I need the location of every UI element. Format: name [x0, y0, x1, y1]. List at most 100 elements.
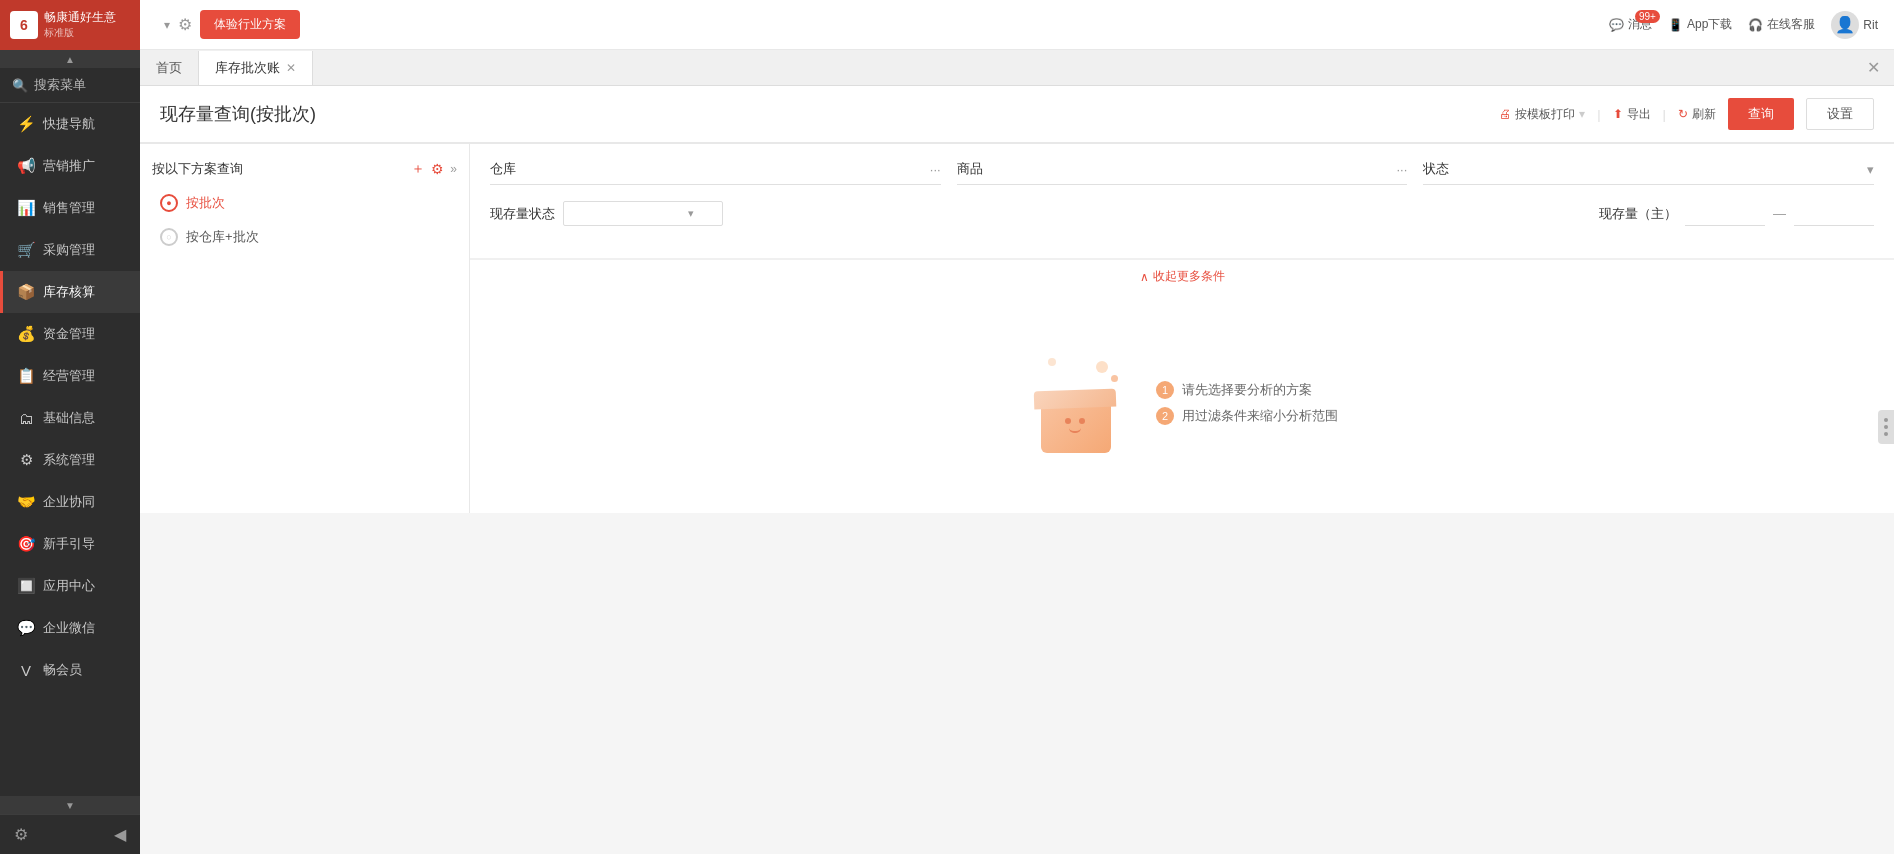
- status-field: 状态 ▾: [1423, 160, 1874, 185]
- filter-panel-title: 按以下方案查询: [152, 160, 243, 178]
- print-icon: 🖨: [1499, 107, 1511, 121]
- eye-left: [1065, 418, 1071, 424]
- sidebar-header: 6 畅康通好生意 标准版: [0, 0, 140, 50]
- scroll-down-btn[interactable]: ▼: [0, 796, 140, 814]
- search-menu-item[interactable]: 🔍 搜索菜单: [0, 68, 140, 103]
- toggle-dot: [1884, 425, 1888, 429]
- filter-row-2: 现存量状态 ▾ 现存量（主） —: [490, 201, 1874, 226]
- export-icon: ⬆: [1613, 107, 1623, 121]
- purchase-icon: 🛒: [17, 241, 35, 259]
- topbar-left: ▾ ⚙ 体验行业方案: [156, 10, 1599, 39]
- divider1: |: [1597, 107, 1600, 122]
- filter-collapse-icon[interactable]: »: [450, 162, 457, 176]
- sidebar-item-sales[interactable]: 📊 销售管理: [0, 187, 140, 229]
- topbar: ▾ ⚙ 体验行业方案 💬 消息 99+ 📱 App下载 🎧 在线客服 👤 Rit: [140, 0, 1894, 50]
- filter-option-label: 按仓库+批次: [186, 228, 259, 246]
- scroll-up-btn[interactable]: ▲: [0, 50, 140, 68]
- stock-status-label: 现存量状态: [490, 205, 555, 223]
- sidebar-item-wechat[interactable]: 💬 企业微信: [0, 607, 140, 649]
- tab-close-icon[interactable]: ✕: [286, 61, 296, 75]
- sidebar-item-appstore[interactable]: 🔲 应用中心: [0, 565, 140, 607]
- sidebar-item-quicknav[interactable]: ⚡ 快捷导航: [0, 103, 140, 145]
- eyes: [1065, 418, 1085, 424]
- collapse-label: 收起更多条件: [1153, 268, 1225, 285]
- refresh-icon: ↻: [1678, 107, 1688, 121]
- online-service-btn[interactable]: 🎧 在线客服: [1748, 16, 1815, 33]
- main-area: ▾ ⚙ 体验行业方案 💬 消息 99+ 📱 App下载 🎧 在线客服 👤 Rit: [140, 0, 1894, 854]
- sidebar-footer: ⚙ ◀: [0, 814, 140, 854]
- sidebar-item-marketing[interactable]: 📢 营销推广: [0, 145, 140, 187]
- sidebar-item-guide[interactable]: 🎯 新手引导: [0, 523, 140, 565]
- export-btn[interactable]: ⬆ 导出: [1613, 106, 1651, 123]
- appstore-icon: 🔲: [17, 577, 35, 595]
- topbar-dropdown-icon[interactable]: ▾: [164, 18, 170, 32]
- collab-icon: 🤝: [17, 493, 35, 511]
- sidebar-item-basic[interactable]: 🗂 基础信息: [0, 397, 140, 439]
- tabbar: 首页 库存批次账 ✕ ✕: [140, 50, 1894, 86]
- body-layout: 按以下方案查询 ＋ ⚙ » ● 按批次 ○ 按仓库+批次: [140, 143, 1894, 513]
- topbar-gear-icon[interactable]: ⚙: [178, 15, 192, 34]
- sidebar-nav: ⚡ 快捷导航 📢 营销推广 📊 销售管理 🛒 采购管理 📦 库存核算 💰 资金管…: [0, 103, 140, 796]
- brand-logo: 6: [10, 11, 38, 39]
- print-dropdown-icon[interactable]: ▾: [1579, 107, 1585, 121]
- sidebar-item-vip[interactable]: V 畅会员: [0, 649, 140, 691]
- vip-icon: V: [17, 661, 35, 679]
- status-chevron-icon[interactable]: ▾: [1867, 162, 1874, 177]
- tab-batch-account[interactable]: 库存批次账 ✕: [199, 51, 313, 85]
- collapse-more-btn[interactable]: ∧ 收起更多条件: [470, 259, 1894, 293]
- right-panel-toggle[interactable]: [1878, 410, 1894, 444]
- stock-amount-from[interactable]: [1685, 202, 1765, 226]
- warehouse-dots-icon[interactable]: ···: [930, 162, 941, 177]
- warehouse-input[interactable]: [524, 162, 922, 177]
- product-input[interactable]: [991, 162, 1389, 177]
- sidebar-item-collab[interactable]: 🤝 企业协同: [0, 481, 140, 523]
- stock-amount-label: 现存量（主）: [1599, 205, 1677, 223]
- sidebar-item-system[interactable]: ⚙ 系统管理: [0, 439, 140, 481]
- search-icon: 🔍: [12, 78, 28, 93]
- query-btn[interactable]: 查询: [1728, 98, 1794, 130]
- settings-btn[interactable]: 设置: [1806, 98, 1874, 130]
- product-dots-icon[interactable]: ···: [1397, 162, 1408, 177]
- refresh-btn[interactable]: ↻ 刷新: [1678, 106, 1716, 123]
- filter-panel-header: 按以下方案查询 ＋ ⚙ »: [140, 156, 469, 186]
- empty-tips: 1 请先选择要分析的方案 2 用过滤条件来缩小分析范围: [1156, 381, 1338, 425]
- print-btn[interactable]: 🖨 按模板打印 ▾: [1499, 106, 1585, 123]
- user-menu[interactable]: 👤 Rit: [1831, 11, 1878, 39]
- tab-panel-close-btn[interactable]: ✕: [1853, 58, 1894, 77]
- tip-num-2: 2: [1156, 407, 1174, 425]
- filter-form: 仓库 ··· 商品 ··· 状态: [470, 144, 1894, 259]
- sidebar-item-label: 企业协同: [43, 493, 95, 511]
- filter-gear-icon[interactable]: ⚙: [431, 161, 444, 177]
- message-btn[interactable]: 💬 消息 99+: [1609, 16, 1652, 33]
- sidebar-item-label: 基础信息: [43, 409, 95, 427]
- star1: [1096, 361, 1108, 373]
- tip-text-2: 用过滤条件来缩小分析范围: [1182, 407, 1338, 425]
- brand-name: 畅康通好生意: [44, 10, 116, 26]
- sidebar-item-operation[interactable]: 📋 经营管理: [0, 355, 140, 397]
- footer-settings-icon[interactable]: ⚙: [14, 825, 28, 844]
- filter-option-by-warehouse-batch[interactable]: ○ 按仓库+批次: [140, 220, 469, 254]
- filter-option-icon-active: ●: [160, 194, 178, 212]
- sidebar-item-inventory[interactable]: 📦 库存核算: [0, 271, 140, 313]
- divider2: |: [1663, 107, 1666, 122]
- sidebar-item-purchase[interactable]: 🛒 采购管理: [0, 229, 140, 271]
- headset-icon: 🎧: [1748, 18, 1763, 32]
- toggle-dot: [1884, 418, 1888, 422]
- topbar-right: 💬 消息 99+ 📱 App下载 🎧 在线客服 👤 Rit: [1609, 11, 1878, 39]
- range-dash: —: [1773, 206, 1786, 221]
- sidebar-item-label: 系统管理: [43, 451, 95, 469]
- stock-status-select[interactable]: ▾: [563, 201, 723, 226]
- experience-btn[interactable]: 体验行业方案: [200, 10, 300, 39]
- empty-illustration: [1026, 353, 1126, 453]
- sidebar-item-label: 经营管理: [43, 367, 95, 385]
- filter-add-icon[interactable]: ＋: [411, 160, 425, 178]
- filter-option-by-batch[interactable]: ● 按批次: [140, 186, 469, 220]
- mouth: [1069, 428, 1081, 433]
- sidebar-item-finance[interactable]: 💰 资金管理: [0, 313, 140, 355]
- tab-home-label: 首页: [156, 59, 182, 77]
- stock-amount-to[interactable]: [1794, 202, 1874, 226]
- tab-home[interactable]: 首页: [140, 51, 199, 85]
- footer-collapse-icon[interactable]: ◀: [114, 825, 126, 844]
- status-label: 状态: [1423, 160, 1449, 178]
- app-download-btn[interactable]: 📱 App下载: [1668, 16, 1732, 33]
